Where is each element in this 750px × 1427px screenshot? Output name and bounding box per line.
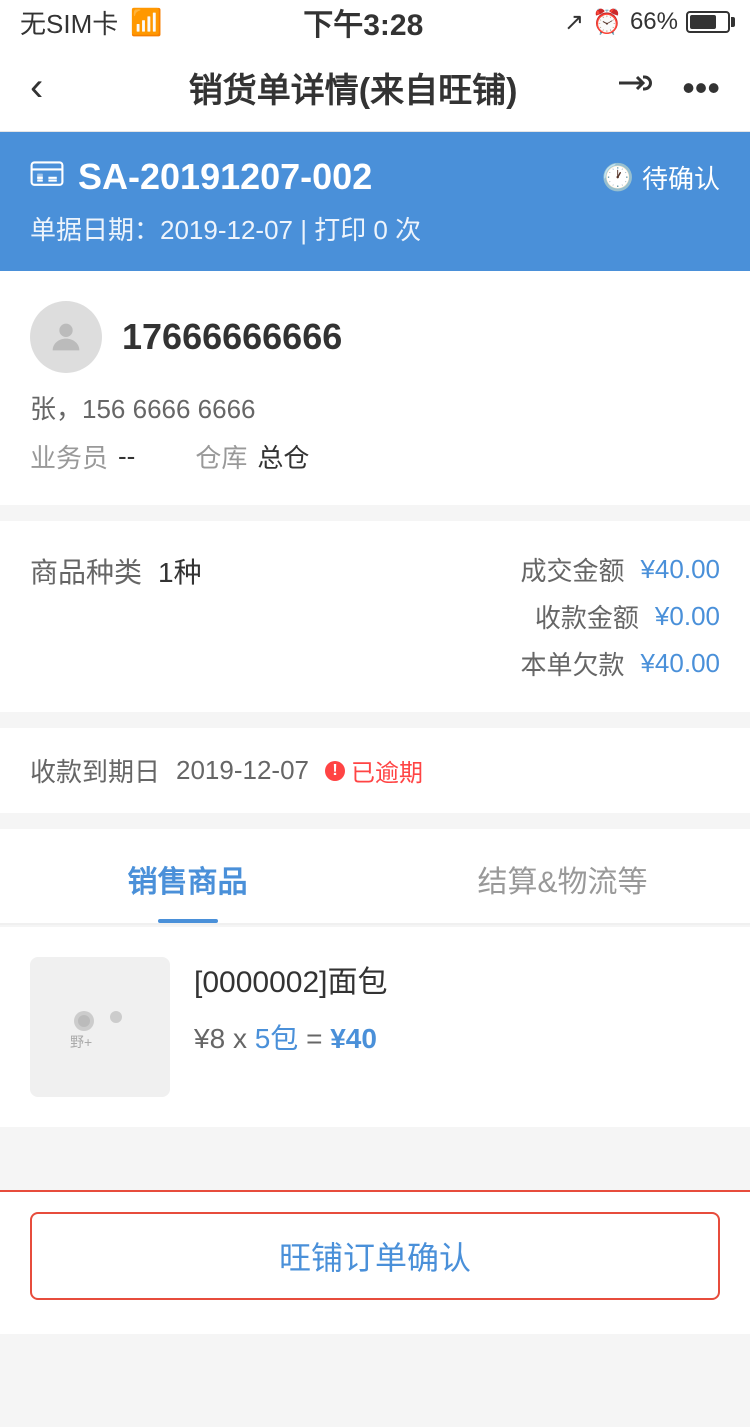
carrier-text: 无SIM卡	[20, 4, 118, 41]
nav-title: 销货单详情(来自旺铺)	[189, 63, 518, 112]
transaction-row: 成交金额 ¥40.00	[520, 551, 720, 588]
location-icon: ↗	[564, 8, 584, 37]
debt-value: ¥40.00	[640, 648, 720, 679]
product-name: [0000002]面包	[194, 957, 720, 1001]
salesperson-value: --	[118, 441, 135, 472]
salesperson-field: 业务员 --	[30, 438, 135, 475]
stats-card: 商品种类 1种 成交金额 ¥40.00 收款金额 ¥0.00 本单欠款 ¥40.…	[0, 521, 750, 712]
product-card: 野+ [0000002]面包 ¥8 x 5包 = ¥40	[0, 927, 750, 1127]
status-left: 无SIM卡 📶	[20, 4, 163, 41]
battery-percent: 66%	[630, 8, 678, 36]
product-unit-price: ¥8	[194, 1023, 225, 1054]
warehouse-value: 总仓	[257, 438, 309, 475]
nav-bar: ‹ 销货单详情(来自旺铺) •••	[0, 44, 750, 132]
receipt-label: 收款金额	[535, 598, 639, 635]
customer-info: 张，156 6666 6666	[30, 389, 720, 426]
customer-card: 17666666666 张，156 6666 6666 业务员 -- 仓库 总仓	[0, 271, 750, 505]
back-button[interactable]: ‹	[30, 65, 90, 110]
status-time: 下午3:28	[303, 0, 423, 44]
order-status: 🕐 待确认	[602, 159, 720, 196]
warehouse-field: 仓库 总仓	[195, 438, 309, 475]
overdue-icon: !	[325, 761, 345, 781]
salesperson-label: 业务员	[30, 438, 108, 475]
warehouse-label: 仓库	[195, 438, 247, 475]
svg-text:野+: 野+	[70, 1034, 92, 1050]
status-right: ↗ ⏰ 66%	[564, 8, 730, 37]
due-date-label: 收款到期日	[30, 752, 160, 789]
alarm-icon: ⏰	[592, 8, 622, 37]
goods-type-label: 商品种类	[30, 551, 142, 591]
due-date-value: 2019-12-07	[176, 755, 309, 786]
tabs-container: 销售商品 结算&物流等	[0, 829, 750, 925]
debt-row: 本单欠款 ¥40.00	[520, 645, 720, 682]
order-status-text: 待确认	[642, 159, 720, 196]
product-total: ¥40	[330, 1023, 377, 1054]
overdue-text: 已逾期	[351, 753, 423, 788]
receipt-value: ¥0.00	[655, 601, 720, 632]
customer-phone: 17666666666	[122, 316, 342, 358]
status-bar: 无SIM卡 📶 下午3:28 ↗ ⏰ 66%	[0, 0, 750, 44]
share-icon[interactable]	[616, 65, 652, 110]
customer-top: 17666666666	[30, 301, 720, 373]
confirm-order-button[interactable]: 旺铺订单确认	[30, 1212, 720, 1300]
bottom-button-area: 旺铺订单确认	[0, 1190, 750, 1334]
more-icon[interactable]: •••	[682, 67, 720, 109]
customer-meta: 业务员 -- 仓库 总仓	[30, 438, 720, 475]
transaction-label: 成交金额	[520, 551, 624, 588]
product-qty: 5包	[255, 1023, 299, 1054]
battery-icon	[686, 11, 730, 33]
product-price: ¥8 x 5包 = ¥40	[194, 1017, 720, 1057]
order-icon	[30, 156, 64, 198]
order-date: 单据日期：2019-12-07 | 打印 0 次	[30, 210, 720, 247]
stats-left: 商品种类 1种	[30, 551, 202, 591]
product-thumbnail: 野+	[30, 957, 170, 1097]
order-id-text: SA-20191207-002	[78, 156, 372, 198]
equals-sign: =	[306, 1023, 322, 1054]
product-info: [0000002]面包 ¥8 x 5包 = ¥40	[194, 957, 720, 1097]
order-id: SA-20191207-002	[30, 156, 372, 198]
multiply-sign: x	[233, 1023, 247, 1054]
due-date-card: 收款到期日 2019-12-07 ! 已逾期	[0, 728, 750, 813]
tab-settle[interactable]: 结算&物流等	[375, 829, 750, 923]
clock-icon: 🕐	[602, 162, 634, 193]
debt-label: 本单欠款	[520, 645, 624, 682]
customer-avatar	[30, 301, 102, 373]
wifi-icon: 📶	[130, 7, 162, 38]
receipt-row: 收款金额 ¥0.00	[535, 598, 720, 635]
goods-type-value: 1种	[158, 551, 202, 591]
transaction-value: ¥40.00	[640, 554, 720, 585]
overdue-badge: ! 已逾期	[325, 753, 423, 788]
order-header: SA-20191207-002 🕐 待确认 单据日期：2019-12-07 | …	[0, 132, 750, 271]
tab-sales[interactable]: 销售商品	[0, 829, 375, 923]
order-header-top: SA-20191207-002 🕐 待确认	[30, 156, 720, 198]
nav-actions: •••	[616, 65, 720, 110]
stats-right: 成交金额 ¥40.00 收款金额 ¥0.00 本单欠款 ¥40.00	[520, 551, 720, 682]
